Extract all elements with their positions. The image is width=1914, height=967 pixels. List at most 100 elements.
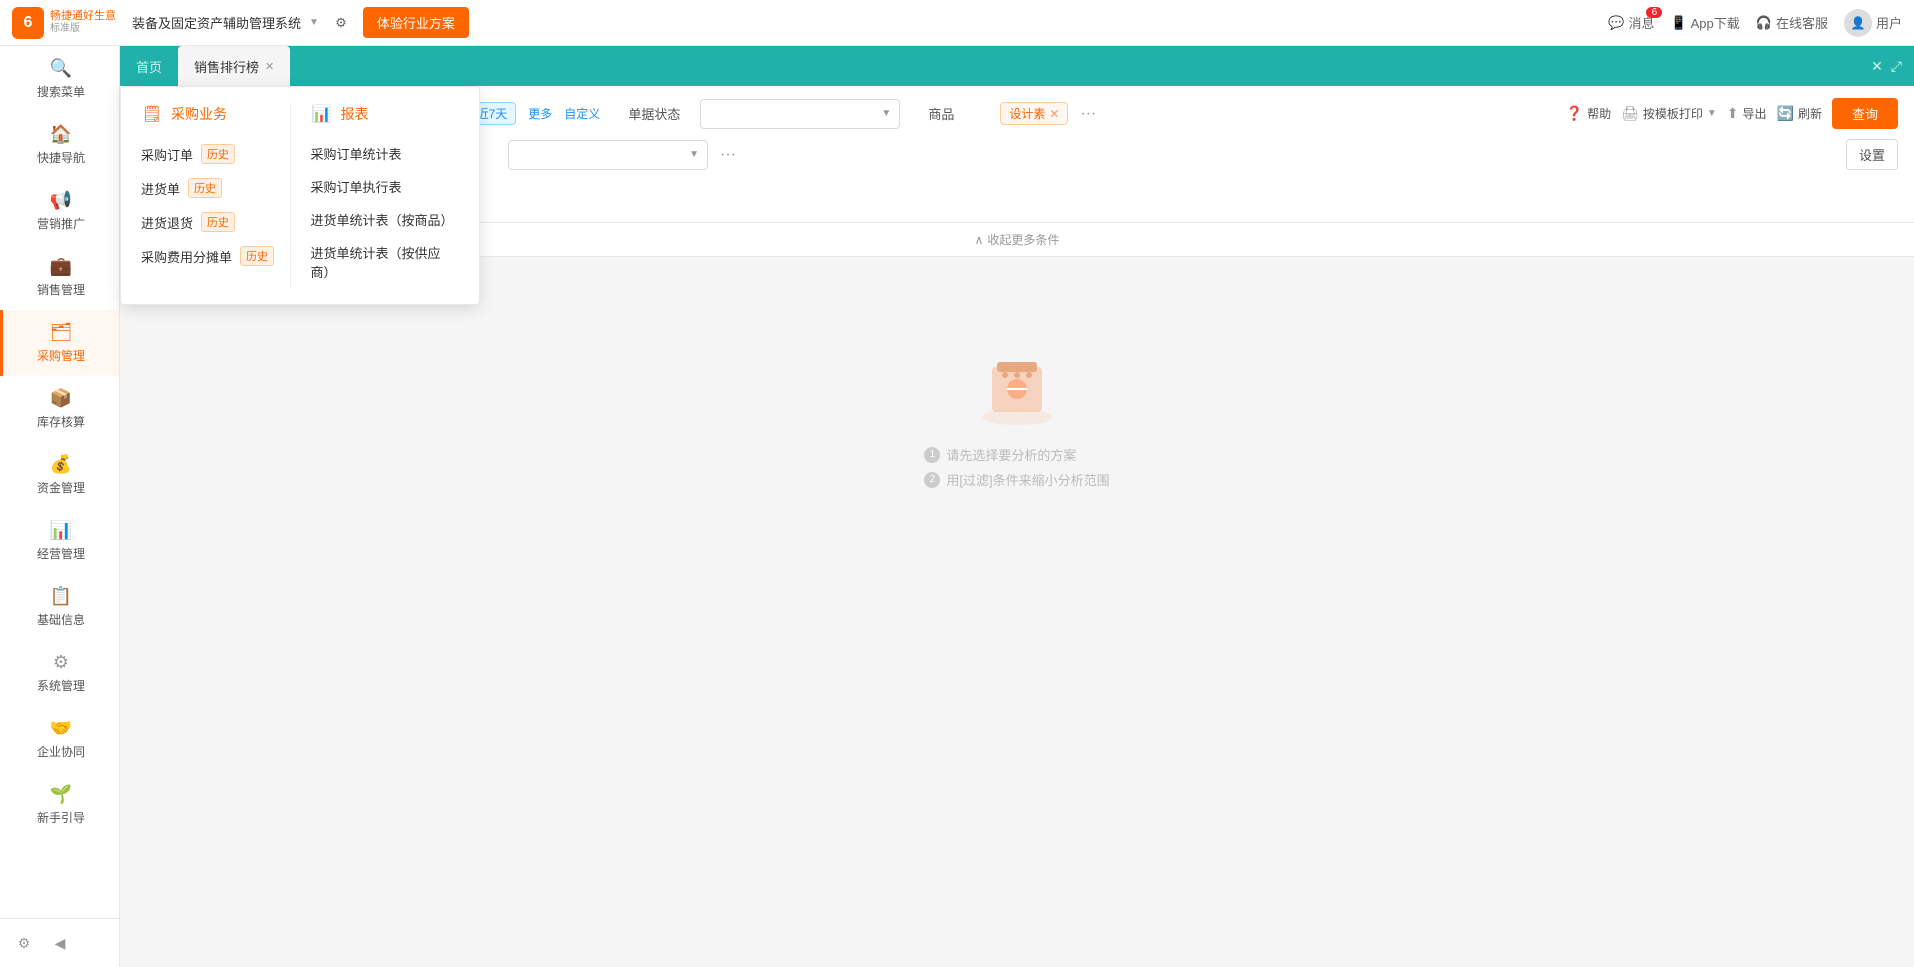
- sidebar-item-operations[interactable]: 📊 经营管理: [0, 508, 119, 574]
- toolbar-right: ❓ 帮助 🖨 按模板打印 ▼ ⬆ 导出 🔄: [1566, 98, 1898, 129]
- po-stat-label: 采购订单统计表: [311, 144, 402, 163]
- sidebar-item-finance[interactable]: 💰 资金管理: [0, 442, 119, 508]
- title-dropdown-arrow[interactable]: ▼: [309, 17, 319, 28]
- dropdown-item-receipt-stat-goods[interactable]: 进货单统计表（按商品）: [311, 203, 460, 236]
- goods-chip: 设计素 ✕: [1000, 102, 1068, 125]
- sidebar-label-finance: 资金管理: [37, 479, 85, 496]
- dropdown-col-reports: 📊 报表 采购订单统计表 采购订单执行表 进货单统计表（按商品） 进货单统计表（…: [290, 103, 460, 288]
- message-badge: 6: [1646, 7, 1662, 18]
- operations-icon: 📊: [50, 520, 72, 541]
- enterprise-icon: 🤝: [50, 718, 72, 739]
- sidebar-label-operations: 经营管理: [37, 545, 85, 562]
- date-custom-button[interactable]: 自定义: [564, 105, 600, 122]
- marketing-icon: 📢: [50, 190, 72, 211]
- sidebar-item-search[interactable]: 🔍 搜索菜单: [0, 46, 119, 112]
- guide-icon: 🌱: [50, 784, 72, 805]
- industry-button[interactable]: 体验行业方案: [363, 7, 469, 38]
- tab-home[interactable]: 首页: [120, 46, 178, 86]
- date-more-button[interactable]: 更多: [528, 105, 552, 122]
- collapse-arrow-icon: ∧: [975, 233, 984, 247]
- empty-text: 1 请先选择要分析的方案 2 用[过滤]条件来缩小分析范围: [924, 445, 1109, 489]
- sidebar-label-search: 搜索菜单: [37, 83, 85, 100]
- settings-button[interactable]: 设置: [1846, 139, 1898, 170]
- goods-chip-text: 设计素: [1009, 105, 1045, 122]
- tab-close-all-icon[interactable]: ✕: [1871, 58, 1883, 75]
- sidebar-item-basicinfo[interactable]: 📋 基础信息: [0, 574, 119, 640]
- goods-receipt-label: 进货单: [141, 179, 180, 198]
- refresh-label: 刷新: [1798, 105, 1822, 122]
- query-button[interactable]: 查询: [1832, 98, 1898, 129]
- goods-more-button[interactable]: ···: [1080, 105, 1096, 123]
- logo-line1: 畅捷通好生意: [50, 10, 116, 23]
- refresh-button[interactable]: 🔄 刷新: [1777, 105, 1822, 122]
- salesperson-arrow: ▼: [689, 149, 699, 160]
- sidebar-label-guide: 新手引导: [37, 809, 85, 826]
- sidebar-label-sales: 销售管理: [37, 281, 85, 298]
- goods-label: 商品: [928, 104, 988, 123]
- print-arrow[interactable]: ▼: [1707, 108, 1717, 119]
- sidebar-bottom: ⚙ ◀: [0, 918, 119, 967]
- help-button[interactable]: ❓ 帮助: [1566, 105, 1611, 122]
- dropdown-item-po-stat[interactable]: 采购订单统计表: [311, 137, 460, 170]
- sidebar-settings-button[interactable]: ⚙: [10, 929, 38, 957]
- receipt-stat-supplier-label: 进货单统计表（按供应商）: [311, 243, 460, 281]
- voucher-status-select[interactable]: ▼: [700, 99, 900, 129]
- hint2-text: 用[过滤]条件来缩小分析范围: [946, 470, 1109, 489]
- tab-close-icon[interactable]: ✕: [265, 60, 274, 73]
- inventory-icon: 📦: [50, 388, 72, 409]
- logo-icon: 6: [12, 7, 44, 39]
- reports-col-title: 报表: [341, 104, 369, 124]
- print-button[interactable]: 🖨 按模板打印 ▼: [1621, 105, 1717, 122]
- app-download-button[interactable]: 📱 App下载: [1670, 13, 1739, 32]
- salesperson-more-button[interactable]: ···: [720, 146, 736, 164]
- logo-text: 畅捷通好生意 标准版: [50, 10, 116, 35]
- tab-fullscreen-icon[interactable]: ⤢: [1891, 58, 1902, 75]
- top-header: 6 畅捷通好生意 标准版 装备及固定资产辅助管理系统 ▼ ⚙ 体验行业方案 💬 …: [0, 0, 1914, 46]
- empty-hint-1: 1 请先选择要分析的方案: [924, 445, 1076, 464]
- goods-chip-close[interactable]: ✕: [1049, 107, 1059, 121]
- home-icon: 🏠: [50, 124, 72, 145]
- online-service-button[interactable]: 🎧 在线客服: [1756, 13, 1828, 32]
- service-label: 在线客服: [1776, 13, 1828, 32]
- message-button[interactable]: 💬 消息 6: [1608, 13, 1654, 32]
- dropdown-item-purchase-expense[interactable]: 采购费用分摊单 历史: [141, 239, 290, 273]
- print-label: 按模板打印: [1643, 105, 1703, 122]
- user-button[interactable]: 👤 用户: [1844, 9, 1902, 37]
- sidebar-item-enterprise[interactable]: 🤝 企业协同: [0, 706, 119, 772]
- help-label: 帮助: [1587, 105, 1611, 122]
- finance-icon: 💰: [50, 454, 72, 475]
- reports-col-icon: 📊: [311, 103, 333, 125]
- dropdown-item-goods-receipt[interactable]: 进货单 历史: [141, 171, 290, 205]
- dropdown-item-receipt-stat-supplier[interactable]: 进货单统计表（按供应商）: [311, 236, 460, 288]
- sidebar-item-quicknav[interactable]: 🏠 快捷导航: [0, 112, 119, 178]
- salesperson-select[interactable]: ▼: [508, 140, 708, 170]
- goods-return-history-tag: 历史: [201, 212, 235, 232]
- sales-icon: 💼: [50, 256, 72, 277]
- dropdown-col-business: 🗒 采购业务 采购订单 历史 进货单 历史 进货退货 历史 采购费用分摊单 历史: [141, 103, 290, 288]
- sidebar: 🔍 搜索菜单 🏠 快捷导航 📢 营销推广 💼 销售管理 🗂 采购管理 📦 库存核…: [0, 46, 120, 967]
- sidebar-item-system[interactable]: ⚙ 系统管理: [0, 640, 119, 706]
- system-icon: ⚙: [53, 652, 69, 673]
- dropdown-item-goods-return[interactable]: 进货退货 历史: [141, 205, 290, 239]
- dropdown-col-reports-header: 📊 报表: [311, 103, 460, 125]
- tab-sales-rank[interactable]: 销售排行榜 ✕: [178, 46, 290, 86]
- app-icon: 📱: [1670, 15, 1686, 31]
- sidebar-item-guide[interactable]: 🌱 新手引导: [0, 772, 119, 838]
- sidebar-item-inventory[interactable]: 📦 库存核算: [0, 376, 119, 442]
- sidebar-item-marketing[interactable]: 📢 营销推广: [0, 178, 119, 244]
- goods-receipt-history-tag: 历史: [188, 178, 222, 198]
- header-right: 💬 消息 6 📱 App下载 🎧 在线客服 👤 用户: [1608, 9, 1902, 37]
- tab-sales-rank-label: 销售排行榜: [194, 57, 259, 76]
- sidebar-collapse-button[interactable]: ◀: [46, 929, 74, 957]
- sidebar-label-purchase: 采购管理: [37, 347, 85, 364]
- dropdown-item-po-exec[interactable]: 采购订单执行表: [311, 170, 460, 203]
- purchase-expense-label: 采购费用分摊单: [141, 247, 232, 266]
- refresh-icon: 🔄: [1777, 105, 1794, 122]
- export-button[interactable]: ⬆ 导出: [1727, 105, 1767, 122]
- sidebar-item-sales[interactable]: 💼 销售管理: [0, 244, 119, 310]
- sidebar-item-purchase[interactable]: 🗂 采购管理: [0, 310, 119, 376]
- hint2-dot: 2: [924, 472, 940, 488]
- hint1-text: 请先选择要分析的方案: [946, 445, 1076, 464]
- dropdown-item-purchase-order[interactable]: 采购订单 历史: [141, 137, 290, 171]
- header-settings-button[interactable]: ⚙: [327, 9, 355, 37]
